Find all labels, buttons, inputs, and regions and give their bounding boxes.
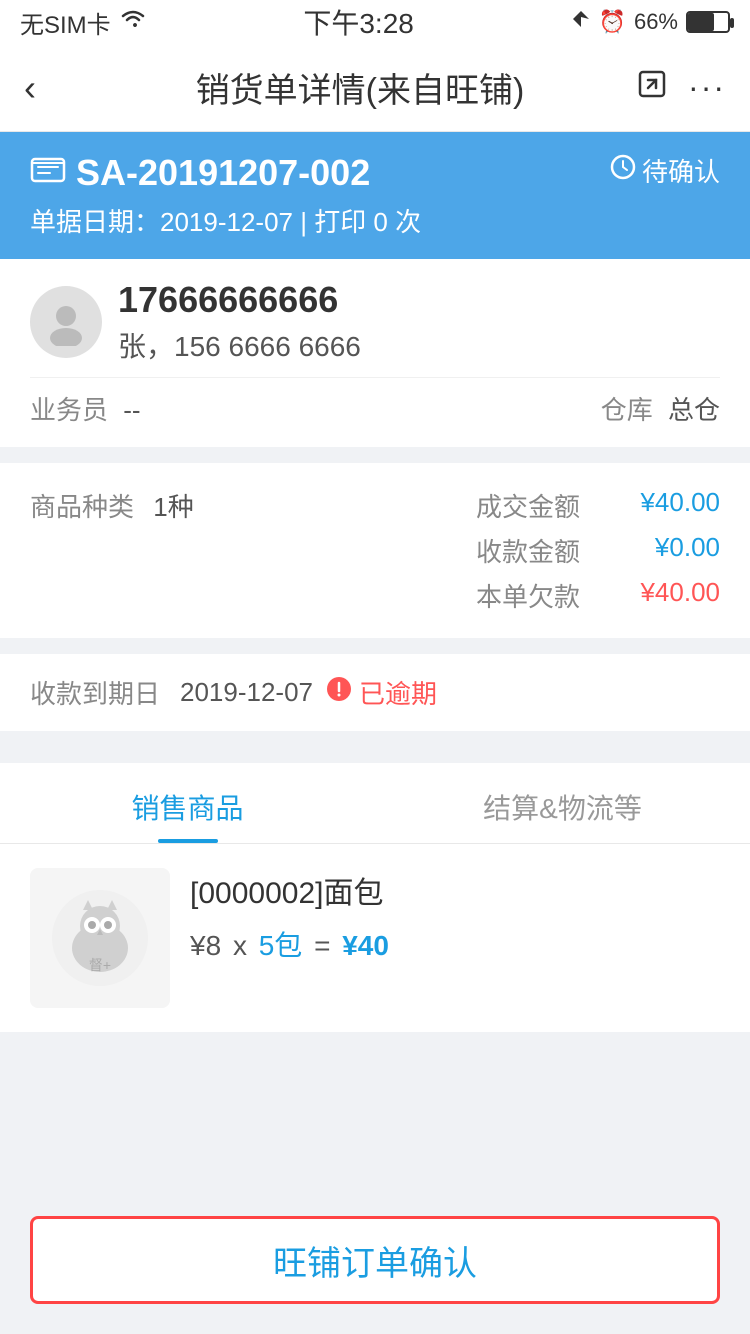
- warehouse-label: 仓库: [601, 395, 653, 425]
- battery-percent: 66%: [634, 9, 678, 35]
- avatar: [30, 286, 102, 358]
- staff-warehouse-row: 业务员 -- 仓库 总仓: [30, 390, 720, 427]
- status-time: 下午3:28: [303, 2, 414, 42]
- product-price-row: ¥8 x 5包 = ¥40: [190, 924, 720, 964]
- tab-settlement[interactable]: 结算&物流等: [375, 763, 750, 843]
- share-icon[interactable]: [636, 68, 668, 108]
- equal-sign: =: [314, 930, 330, 961]
- header-banner: SA-20191207-002 单据日期：2019-12-07 | 打印 0 次…: [0, 132, 750, 259]
- product-name: [0000002]面包: [190, 868, 720, 912]
- quantity: 5包: [259, 930, 303, 961]
- wifi-icon: [119, 8, 147, 36]
- total-price: ¥40: [342, 930, 389, 961]
- warehouse-value: 总仓: [668, 395, 720, 425]
- status-carrier: 无SIM卡: [20, 5, 147, 40]
- status-right: ⏰ 66%: [571, 9, 730, 35]
- order-id-text: SA-20191207-002: [76, 152, 370, 194]
- confirm-button[interactable]: 旺铺订单确认: [30, 1216, 720, 1304]
- received-value: ¥0.00: [600, 532, 720, 569]
- summary-section: 商品种类 1种 成交金额 ¥40.00 收款金额 ¥0.00 本单欠款 ¥40.…: [0, 463, 750, 638]
- confirm-button-label: 旺铺订单确认: [273, 1236, 477, 1285]
- customer-row: 17666666666 张，156 6666 6666: [30, 279, 720, 365]
- amount-row-deal: 成交金额 ¥40.00: [476, 487, 720, 524]
- svg-text:督+: 督+: [89, 957, 111, 973]
- carrier-text: 无SIM卡: [20, 5, 111, 40]
- customer-section: 17666666666 张，156 6666 6666 业务员 -- 仓库 总仓: [0, 259, 750, 447]
- overdue-badge: 已逾期: [325, 674, 437, 711]
- confirm-button-wrapper: 旺铺订单确认: [0, 1196, 750, 1334]
- product-type-label: 商品种类: [30, 492, 134, 522]
- warning-icon: [325, 675, 353, 710]
- product-type-field: 商品种类 1种: [30, 487, 194, 524]
- location-icon: [571, 9, 591, 35]
- nav-bar: ‹ 销货单详情(来自旺铺) ···: [0, 44, 750, 132]
- owed-value: ¥40.00: [600, 577, 720, 614]
- more-icon[interactable]: ···: [688, 69, 726, 106]
- amount-row-received: 收款金额 ¥0.00: [476, 532, 720, 569]
- order-doc-icon: [30, 152, 66, 194]
- back-button[interactable]: ‹: [24, 67, 84, 109]
- deal-amount-label: 成交金额: [476, 487, 580, 524]
- product-thumbnail: 督+: [30, 868, 170, 1008]
- order-date: 单据日期：2019-12-07 | 打印 0 次: [30, 202, 421, 239]
- clock-icon: [610, 154, 636, 187]
- salesperson-label: 业务员: [30, 395, 108, 425]
- received-label: 收款金额: [476, 532, 580, 569]
- tab-sales-product[interactable]: 销售商品: [0, 763, 375, 843]
- price-unit: ¥8: [190, 930, 221, 961]
- summary-row: 商品种类 1种 成交金额 ¥40.00 收款金额 ¥0.00 本单欠款 ¥40.…: [30, 487, 720, 614]
- page-title: 销货单详情(来自旺铺): [84, 63, 636, 112]
- tabs-row[interactable]: 销售商品 结算&物流等: [0, 763, 750, 844]
- customer-phone: 17666666666: [118, 279, 361, 321]
- product-type-value: 1种: [153, 492, 193, 522]
- multiply-sign: x: [233, 930, 247, 961]
- status-text: 待确认: [642, 152, 720, 189]
- battery-icon: [686, 11, 730, 33]
- warehouse-field: 仓库 总仓: [601, 390, 720, 427]
- alarm-icon: ⏰: [599, 9, 626, 35]
- product-info: [0000002]面包 ¥8 x 5包 = ¥40: [190, 868, 720, 964]
- tabs-section: 销售商品 结算&物流等: [0, 763, 750, 1032]
- due-date-label: 收款到期日: [30, 674, 160, 711]
- amount-row-owed: 本单欠款 ¥40.00: [476, 577, 720, 614]
- status-bar: 无SIM卡 下午3:28 ⏰ 66%: [0, 0, 750, 44]
- order-id-row: SA-20191207-002: [30, 152, 421, 194]
- due-date-section: 收款到期日 2019-12-07 已逾期: [0, 654, 750, 731]
- deal-amount-value: ¥40.00: [600, 487, 720, 524]
- product-item: 督+ [0000002]面包 ¥8 x 5包 = ¥40: [0, 844, 750, 1032]
- amounts-block: 成交金额 ¥40.00 收款金额 ¥0.00 本单欠款 ¥40.00: [476, 487, 720, 614]
- salesperson-field: 业务员 --: [30, 390, 141, 427]
- customer-name: 张，156 6666 6666: [118, 325, 361, 365]
- overdue-text: 已逾期: [359, 674, 437, 711]
- owed-label: 本单欠款: [476, 577, 580, 614]
- nav-actions: ···: [636, 68, 726, 108]
- salesperson-value: --: [123, 395, 140, 425]
- order-status: 待确认: [610, 152, 720, 189]
- due-date-value: 2019-12-07: [180, 677, 313, 708]
